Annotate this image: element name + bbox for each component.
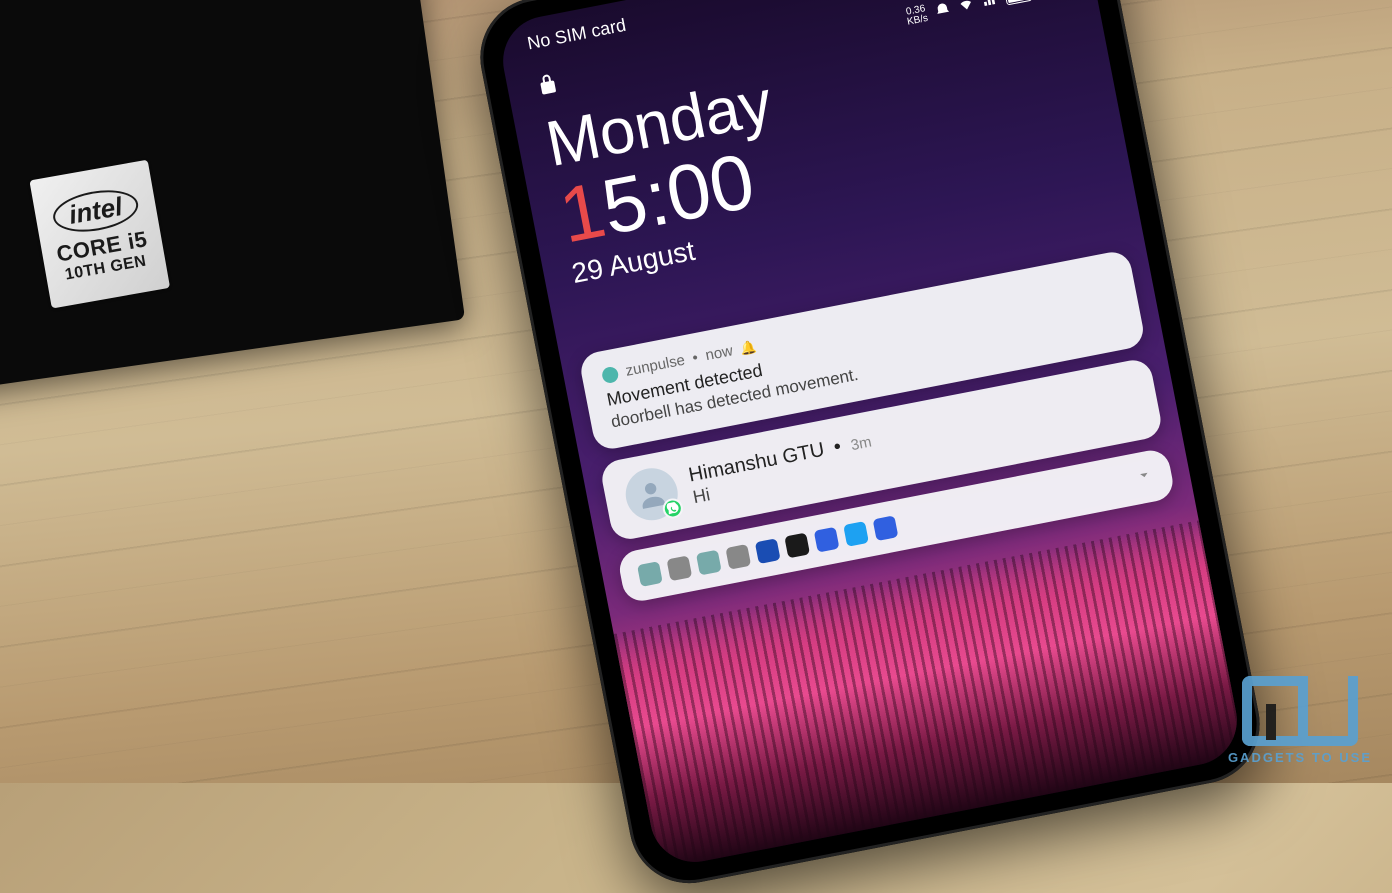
chevron-down-icon[interactable] [1134, 464, 1156, 490]
message-time: 3m [849, 433, 873, 454]
watermark-text: GADGETS TO USE [1228, 750, 1372, 765]
battery-icon [1004, 0, 1032, 5]
watermark-logo: GADGETS TO USE [1228, 676, 1372, 765]
mail-icon [755, 538, 781, 564]
data-speed-indicator: 0.36 KB/s [904, 4, 929, 28]
lock-icon [534, 70, 563, 103]
phone-icon-2 [873, 515, 899, 541]
wifi-icon [957, 0, 976, 17]
phone-icon-1 [814, 526, 840, 552]
sim-status: No SIM card [526, 15, 628, 55]
bell-icon: 🔔 [739, 338, 758, 357]
app-icon-1 [637, 561, 663, 587]
twitter-icon [843, 521, 869, 547]
app-icon-2 [666, 555, 692, 581]
app-icon-5 [784, 532, 810, 558]
lockscreen-clock: Monday 15:00 29 August [541, 70, 799, 290]
signal-icon [980, 0, 999, 12]
zunpulse-app-icon [601, 365, 620, 384]
avatar [621, 464, 682, 525]
alarm-icon [933, 0, 952, 21]
app-icon-4 [725, 543, 751, 569]
app-icon-3 [696, 549, 722, 575]
notification-time: now [704, 342, 734, 364]
intel-sticker: intel CORE i5 10TH GEN [29, 160, 170, 309]
